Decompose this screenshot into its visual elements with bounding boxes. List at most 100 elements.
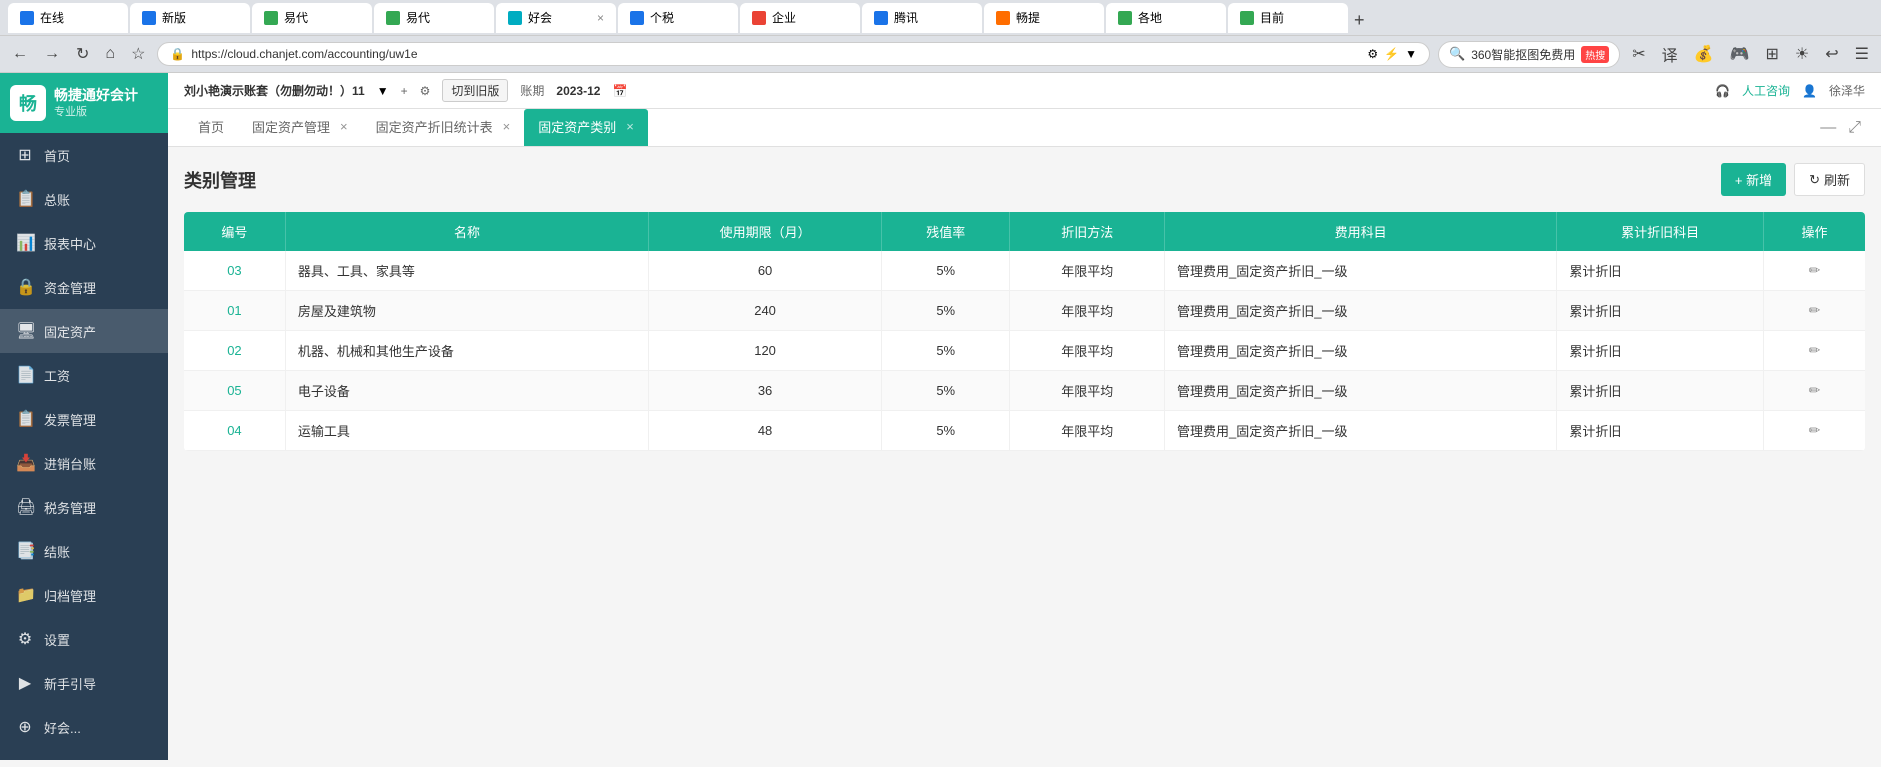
cell-expense: 管理费用_固定资产折旧_一级 (1165, 251, 1557, 291)
edit-button[interactable]: ✏ (1809, 382, 1821, 398)
browser-tab-4[interactable]: 易代 (374, 3, 494, 33)
sidebar-item-salary[interactable]: 📄 工资 (0, 353, 168, 397)
browser-tab-7[interactable]: 企业 (740, 3, 860, 33)
browser-tab-1[interactable]: 在线 (8, 3, 128, 33)
sidebar-item-ledger[interactable]: 📋 总账 (0, 177, 168, 221)
cell-name: 运输工具 (285, 411, 648, 451)
maximize-button[interactable]: ⤢ (1844, 117, 1865, 139)
browser-tab-10[interactable]: 各地 (1106, 3, 1226, 33)
new-tab-button[interactable]: + (1350, 8, 1369, 33)
consult-label[interactable]: 人工咨询 (1742, 82, 1790, 99)
browser-tab-5[interactable]: 好会 × (496, 3, 616, 33)
edit-button[interactable]: ✏ (1809, 342, 1821, 358)
grid-button[interactable]: ⊞ (1762, 42, 1783, 66)
edit-button[interactable]: ✏ (1809, 422, 1821, 438)
tab-depreciation-close[interactable]: × (503, 119, 511, 134)
tab-category-label: 固定资产类别 (538, 117, 616, 136)
refresh-button[interactable]: ↻ 刷新 (1794, 163, 1865, 196)
cell-name: 电子设备 (285, 371, 648, 411)
game-button[interactable]: 🎮 (1726, 42, 1754, 66)
add-button[interactable]: + 新增 (1721, 163, 1786, 196)
sidebar-label-tax: 税务管理 (44, 498, 96, 517)
tab-category-close[interactable]: × (626, 119, 634, 134)
site-settings-icon: ⚙ (1367, 47, 1378, 61)
browser-tab-6[interactable]: 个税 (618, 3, 738, 33)
cell-accumulated: 累计折旧 (1557, 371, 1764, 411)
sidebar-label-fixed: 固定资产 (44, 322, 96, 341)
switch-to-old-button[interactable]: 切到旧版 (442, 79, 508, 102)
sidebar-item-home[interactable]: ⊞ 首页 (0, 133, 168, 177)
table-row: 01 房屋及建筑物 240 5% 年限平均 管理费用_固定资产折旧_一级 累计折… (184, 291, 1865, 331)
cell-residual: 5% (881, 371, 1009, 411)
sidebar-item-fund[interactable]: 🔒 资金管理 (0, 265, 168, 309)
col-header-method: 折旧方法 (1010, 212, 1165, 251)
browser-tab-2[interactable]: 新版 (130, 3, 250, 33)
edit-button[interactable]: ✏ (1809, 262, 1821, 278)
back-button[interactable]: ← (8, 43, 32, 65)
tab-favicon-7 (752, 11, 766, 25)
dropdown-icon: ⚡ (1384, 47, 1399, 61)
col-header-months: 使用期限（月） (649, 212, 882, 251)
sidebar-item-settings[interactable]: ⚙ 设置 (0, 617, 168, 661)
headset-icon: 🎧 (1715, 84, 1730, 98)
scissors-button[interactable]: ✂ (1628, 42, 1649, 66)
page-tab-home[interactable]: 首页 (184, 109, 238, 146)
browser-tab-8[interactable]: 腾讯 (862, 3, 982, 33)
calendar-icon[interactable]: 📅 (612, 84, 627, 98)
dropdown-arrow[interactable]: ▼ (377, 84, 389, 98)
report-icon: 📊 (16, 233, 34, 253)
page-tab-depreciation[interactable]: 固定资产折旧统计表 × (362, 109, 525, 146)
cell-name: 房屋及建筑物 (285, 291, 648, 331)
sidebar-item-report[interactable]: 📊 报表中心 (0, 221, 168, 265)
home-button[interactable]: ⌂ (101, 43, 119, 65)
sidebar-item-archive[interactable]: 📁 归档管理 (0, 573, 168, 617)
tab-favicon-3 (264, 11, 278, 25)
sidebar-label-settle: 结账 (44, 542, 70, 561)
browser-tab-9[interactable]: 畅提 (984, 3, 1104, 33)
address-bar[interactable]: 🔒 https://cloud.chanjet.com/accounting/u… (157, 42, 1430, 66)
sidebar-label-ledger: 总账 (44, 190, 70, 209)
cell-residual: 5% (881, 411, 1009, 451)
settings-cog-icon[interactable]: ⚙ (420, 84, 431, 98)
sidebar-item-stock[interactable]: 📥 进销台账 (0, 441, 168, 485)
plus-icon[interactable]: + (401, 84, 408, 98)
tab-favicon-5 (508, 11, 522, 25)
menu-button[interactable]: ☰ (1851, 42, 1873, 66)
search-bar[interactable]: 🔍 360智能抠图免费用 热搜 (1438, 41, 1620, 68)
cell-code: 05 (184, 371, 285, 411)
sidebar-item-fixed[interactable]: 🖥 固定资产 (0, 309, 168, 353)
sidebar-item-more[interactable]: ⊕ 好会... (0, 705, 168, 749)
cell-method: 年限平均 (1010, 411, 1165, 451)
reload-button[interactable]: ↻ (72, 42, 93, 66)
right-panel: 刘小艳演示账套（勿删勿动！）11 ▼ + ⚙ 切到旧版 账期 2023-12 📅… (168, 73, 1881, 760)
logo-subtitle: 专业版 (54, 103, 138, 119)
page-tab-category[interactable]: 固定资产类别 × (524, 109, 648, 146)
sidebar-item-settle[interactable]: 📑 结账 (0, 529, 168, 573)
cell-method: 年限平均 (1010, 291, 1165, 331)
refresh-label: 刷新 (1824, 170, 1850, 189)
brightness-button[interactable]: ☀ (1791, 42, 1813, 66)
tab-close-5[interactable]: × (597, 11, 604, 25)
page-tab-fixed-mgmt[interactable]: 固定资产管理 × (238, 109, 362, 146)
bookmark-button[interactable]: ☆ (127, 42, 149, 66)
sidebar-item-tax[interactable]: 🖨 税务管理 (0, 485, 168, 529)
top-bar-right: 🎧 人工咨询 👤 徐泽华 (1715, 82, 1865, 99)
edit-button[interactable]: ✏ (1809, 302, 1821, 318)
minimize-button[interactable]: — (1816, 117, 1840, 139)
sidebar-item-invoice[interactable]: 📋 发票管理 (0, 397, 168, 441)
col-header-code: 编号 (184, 212, 285, 251)
forward-button[interactable]: → (40, 43, 64, 65)
browser-tab-3[interactable]: 易代 (252, 3, 372, 33)
cell-months: 240 (649, 291, 882, 331)
sidebar-label-invoice: 发票管理 (44, 410, 96, 429)
page-title: 类别管理 (184, 167, 256, 193)
undo-button[interactable]: ↩ (1821, 42, 1842, 66)
tax-icon: 🖨 (16, 497, 34, 517)
translate-button[interactable]: 译 (1658, 40, 1682, 68)
sidebar-item-guide[interactable]: ▶ 新手引导 (0, 661, 168, 705)
coin-button[interactable]: 💰 (1690, 42, 1718, 66)
table-row: 02 机器、机械和其他生产设备 120 5% 年限平均 管理费用_固定资产折旧_… (184, 331, 1865, 371)
tab-favicon-11 (1240, 11, 1254, 25)
browser-tab-11[interactable]: 目前 (1228, 3, 1348, 33)
tab-fixed-mgmt-close[interactable]: × (340, 119, 348, 134)
